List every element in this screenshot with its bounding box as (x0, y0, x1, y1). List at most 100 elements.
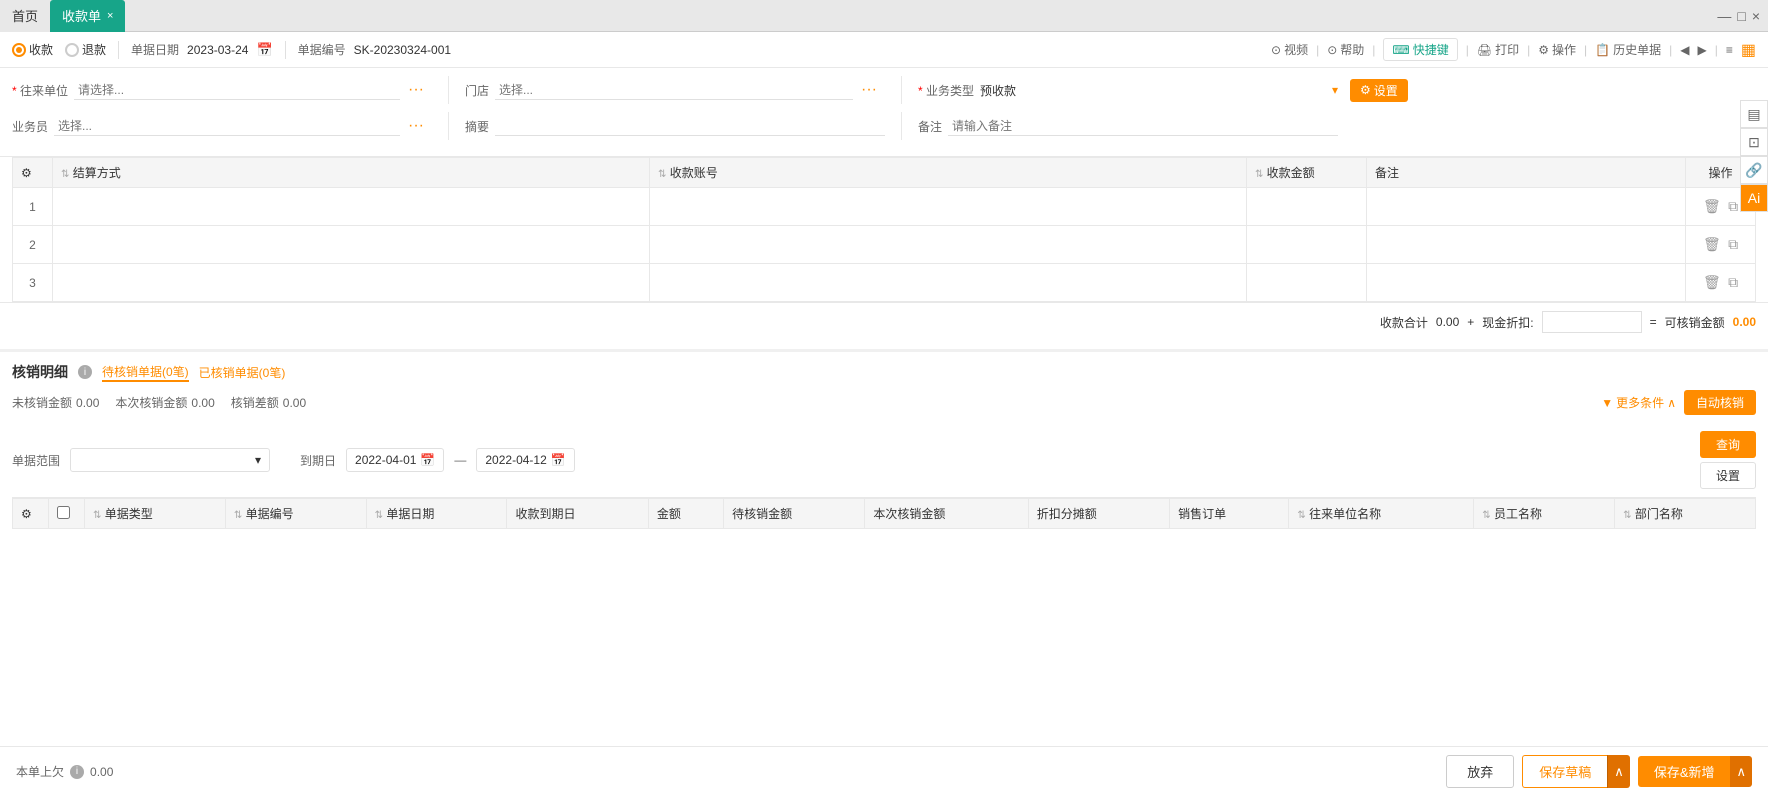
current-value: 0.00 (191, 396, 214, 410)
more-conditions-btn[interactable]: ▼ 更多条件 ∧ (1601, 394, 1676, 411)
detail-col-sales-header: 销售订单 (1170, 499, 1289, 529)
store-input[interactable] (495, 81, 853, 100)
row-3-amount[interactable] (1246, 264, 1366, 302)
row-2-amount[interactable] (1246, 226, 1366, 264)
row-1-delete-btn[interactable]: 🗑 (1701, 198, 1723, 215)
select-all-checkbox[interactable] (57, 506, 70, 519)
date-separator: — (454, 453, 466, 467)
nav-left-icon[interactable]: ◀ (1680, 43, 1689, 57)
col-settlement-header: ⇅ 结算方式 (53, 158, 650, 188)
row-2-account[interactable] (649, 226, 1246, 264)
abandon-btn[interactable]: 放弃 (1446, 755, 1514, 788)
save-draft-label: 保存草稿 (1539, 762, 1591, 781)
business-type-dropdown-icon[interactable]: ▾ (1332, 83, 1338, 97)
operations-btn[interactable]: ⚙ 操作 (1538, 41, 1576, 58)
help-btn[interactable]: ⊙ 帮助 (1327, 41, 1364, 58)
calendar-to-icon: 📅 (551, 453, 566, 467)
col-amount-header: ⇅ 收款金额 (1246, 158, 1366, 188)
current-label: 本次核销金额 (115, 394, 187, 411)
detail-col-staff-header: ⇅ 员工名称 (1474, 499, 1615, 529)
tab-receipt[interactable]: 收款单 × (50, 0, 125, 32)
help-circle-icon: ⊙ (1327, 43, 1337, 57)
row-3-remark[interactable] (1366, 264, 1685, 302)
save-new-btn[interactable]: 保存&新增 (1638, 756, 1731, 787)
staff-more-icon[interactable]: ··· (408, 117, 424, 135)
history-btn[interactable]: 📋 历史单据 (1595, 41, 1661, 58)
net-value: 0.00 (1733, 315, 1756, 329)
list-view-icon[interactable]: ≡ (1726, 43, 1733, 57)
discount-input[interactable] (1542, 311, 1642, 333)
row-3-copy-btn[interactable]: ⧉ (1726, 274, 1740, 291)
current-stat: 本次核销金额 0.00 (115, 394, 214, 411)
date-from-picker[interactable]: 2022-04-01 📅 (346, 448, 444, 472)
detail-col-current-label: 本次核销金额 (873, 507, 945, 521)
window-close-btn[interactable]: × (1752, 8, 1760, 24)
sidebar-icon-3[interactable]: 🔗 (1740, 156, 1768, 184)
window-max-btn[interactable]: □ (1737, 8, 1745, 24)
save-new-split-btn[interactable]: ∧ (1730, 756, 1752, 787)
row-2-delete-btn[interactable]: 🗑 (1701, 236, 1723, 253)
sidebar-icon-4[interactable]: Ai (1740, 184, 1768, 212)
calendar-icon[interactable]: 📅 (256, 42, 272, 58)
row-3-account[interactable] (649, 264, 1246, 302)
setting-btn[interactable]: 设置 (1700, 462, 1756, 489)
counterpart-more-icon[interactable]: ··· (408, 81, 424, 99)
video-btn[interactable]: ⊙ 视频 (1271, 41, 1308, 58)
row-3-actions: 🗑 ⧉ (1686, 264, 1756, 302)
row-2-settlement[interactable] (53, 226, 650, 264)
save-draft-btn[interactable]: 保存草稿 (1522, 755, 1607, 788)
tab-close-icon[interactable]: × (107, 10, 113, 22)
equals-sign: = (1650, 315, 1657, 329)
window-min-btn[interactable]: — (1717, 8, 1731, 24)
sidebar-icon-2[interactable]: ⊡ (1740, 128, 1768, 156)
verify-title: 核销明细 (12, 362, 68, 382)
settings-small-btn[interactable]: ⚙ 设置 (1350, 79, 1408, 102)
row-1-settlement[interactable] (53, 188, 650, 226)
row-3-delete-btn[interactable]: 🗑 (1701, 274, 1723, 291)
save-new-label: 保存&新增 (1654, 762, 1715, 781)
verify-info-icon[interactable]: i (78, 365, 92, 379)
shortcut-btn[interactable]: ⌨ 快捷键 (1383, 38, 1457, 61)
remark-input[interactable] (948, 117, 1338, 136)
detail-col-pending-label: 待核销金额 (732, 507, 792, 521)
summary-label: 摘要 (465, 118, 489, 135)
date-value: 2023-03-24 (187, 43, 248, 57)
row-3-settlement[interactable] (53, 264, 650, 302)
staff-input[interactable] (54, 117, 400, 136)
radio-refund[interactable]: 退款 (65, 41, 106, 58)
detail-col-settings-header[interactable]: ⚙ (13, 499, 49, 529)
row-1-amount[interactable] (1246, 188, 1366, 226)
range-select[interactable]: ▾ (70, 448, 270, 472)
query-btn[interactable]: 查询 (1700, 431, 1756, 458)
counterpart-input[interactable] (74, 81, 400, 100)
radio-receipt[interactable]: 收款 (12, 41, 53, 58)
staff-label: 业务员 (12, 118, 48, 135)
tab-done[interactable]: 已核销单据(0笔) (199, 364, 286, 381)
verification-section: 核销明细 i 待核销单据(0笔) 已核销单据(0笔) 未核销金额 0.00 本次… (0, 349, 1768, 539)
row-1-remark[interactable] (1366, 188, 1685, 226)
grid-view-icon[interactable]: ▦ (1741, 40, 1756, 60)
date-label: 单据日期 (131, 41, 179, 58)
row-2-copy-btn[interactable]: ⧉ (1726, 236, 1740, 253)
row-1-copy-btn[interactable]: ⧉ (1726, 198, 1740, 215)
summary-input[interactable] (495, 117, 885, 136)
store-more-icon[interactable]: ··· (861, 81, 877, 99)
tab-pending[interactable]: 待核销单据(0笔) (102, 363, 189, 382)
bottom-info-icon[interactable]: i (70, 765, 84, 779)
operations-icon: ⚙ (1538, 43, 1549, 57)
detail-col-store-label: 部门名称 (1635, 507, 1683, 521)
col-settings-header[interactable]: ⚙ (13, 158, 53, 188)
row-2-remark[interactable] (1366, 226, 1685, 264)
toolbar: 收款 退款 单据日期 2023-03-24 📅 单据编号 SK-20230324… (0, 32, 1768, 68)
auto-offset-btn[interactable]: 自动核销 (1684, 390, 1756, 415)
date-to-picker[interactable]: 2022-04-12 📅 (476, 448, 574, 472)
nav-right-icon[interactable]: ▶ (1698, 43, 1707, 57)
save-draft-split-btn[interactable]: ∧ (1607, 755, 1630, 788)
tab-home[interactable]: 首页 (0, 0, 50, 32)
unchecked-value: 0.00 (76, 396, 99, 410)
detail-col-checkbox-header[interactable] (49, 499, 85, 529)
print-btn[interactable]: 🖨 打印 (1477, 41, 1519, 58)
sidebar-icon-1[interactable]: ▤ (1740, 100, 1768, 128)
detail-col-discount-header: 折扣分摊额 (1028, 499, 1169, 529)
row-1-account[interactable] (649, 188, 1246, 226)
